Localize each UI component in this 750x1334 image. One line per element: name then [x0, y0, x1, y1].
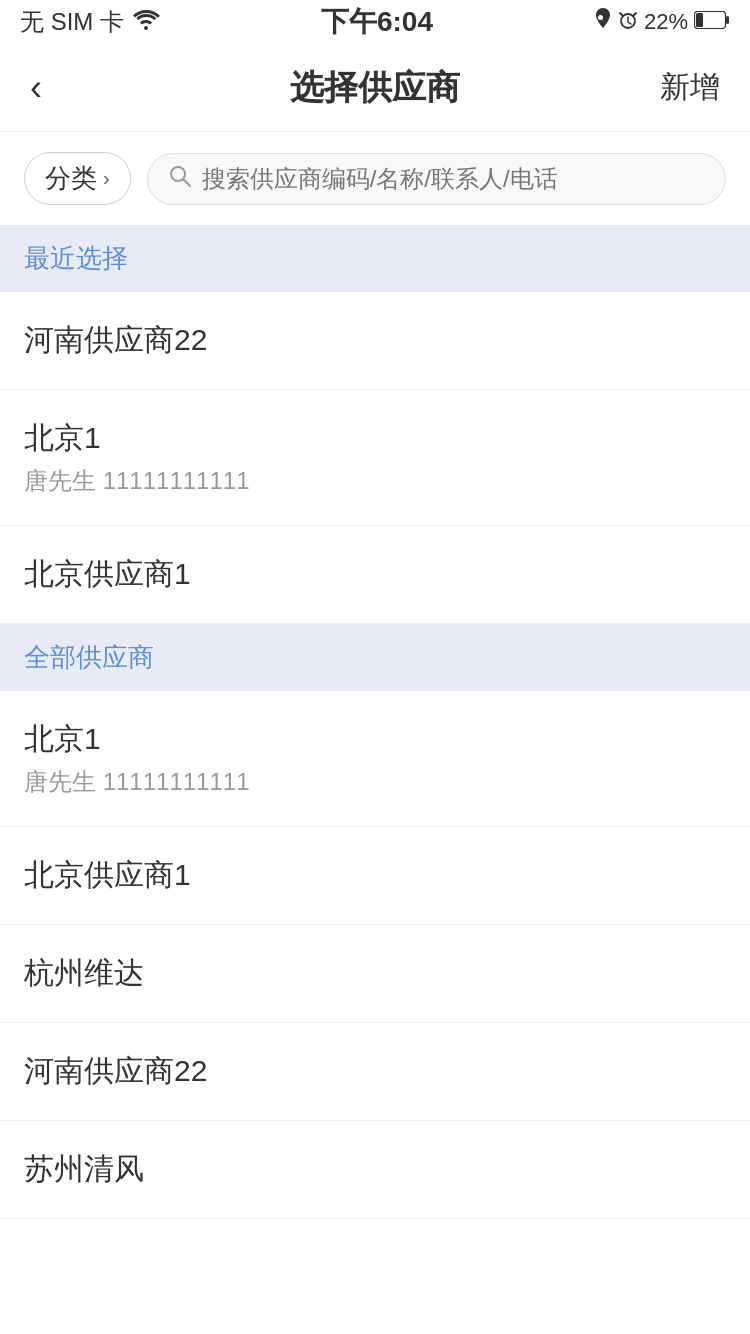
- list-item[interactable]: 北京1 唐先生 11111111111: [0, 390, 750, 526]
- search-box[interactable]: [147, 153, 726, 205]
- section-header-all: 全部供应商: [0, 624, 750, 691]
- svg-rect-3: [696, 13, 703, 27]
- search-icon: [168, 164, 192, 194]
- list-item[interactable]: 北京供应商1: [0, 526, 750, 624]
- section-header-recent: 最近选择: [0, 225, 750, 292]
- back-button[interactable]: ‹: [30, 67, 90, 109]
- item-name: 北京供应商1: [24, 554, 726, 595]
- list-item[interactable]: 河南供应商22: [0, 292, 750, 390]
- chevron-right-icon: ›: [103, 167, 110, 190]
- item-name: 河南供应商22: [24, 1051, 726, 1092]
- location-icon: [594, 8, 612, 36]
- filter-bar: 分类 ›: [0, 132, 750, 225]
- alarm-icon: [618, 8, 638, 36]
- battery-text: 22%: [644, 9, 688, 35]
- status-right: 22%: [594, 8, 730, 36]
- category-label: 分类: [45, 161, 97, 196]
- status-bar: 无 SIM 卡 下午6:04 22%: [0, 0, 750, 44]
- list-item[interactable]: 河南供应商22: [0, 1023, 750, 1121]
- list-item[interactable]: 北京1 唐先生 11111111111: [0, 691, 750, 827]
- list-item[interactable]: 北京供应商1: [0, 827, 750, 925]
- item-name: 杭州维达: [24, 953, 726, 994]
- item-sub: 唐先生 11111111111: [24, 766, 726, 798]
- list-item[interactable]: 苏州清风: [0, 1121, 750, 1219]
- no-sim-text: 无 SIM 卡: [20, 6, 124, 38]
- svg-rect-2: [726, 16, 729, 24]
- item-name: 北京1: [24, 418, 726, 459]
- item-name: 河南供应商22: [24, 320, 726, 361]
- nav-bar: ‹ 选择供应商 新增: [0, 44, 750, 132]
- content-area: 最近选择河南供应商22 北京1 唐先生 11111111111 北京供应商1 全部供应商…: [0, 225, 750, 1219]
- svg-line-5: [183, 179, 190, 186]
- category-filter-button[interactable]: 分类 ›: [24, 152, 131, 205]
- search-input[interactable]: [202, 165, 705, 193]
- page-title: 选择供应商: [290, 65, 460, 111]
- item-name: 北京1: [24, 719, 726, 760]
- wifi-icon: [132, 8, 160, 36]
- status-time: 下午6:04: [321, 3, 433, 41]
- item-name: 北京供应商1: [24, 855, 726, 896]
- item-sub: 唐先生 11111111111: [24, 465, 726, 497]
- status-left: 无 SIM 卡: [20, 6, 160, 38]
- add-button[interactable]: 新增: [660, 67, 720, 108]
- item-name: 苏州清风: [24, 1149, 726, 1190]
- list-item[interactable]: 杭州维达: [0, 925, 750, 1023]
- battery-icon: [694, 9, 730, 35]
